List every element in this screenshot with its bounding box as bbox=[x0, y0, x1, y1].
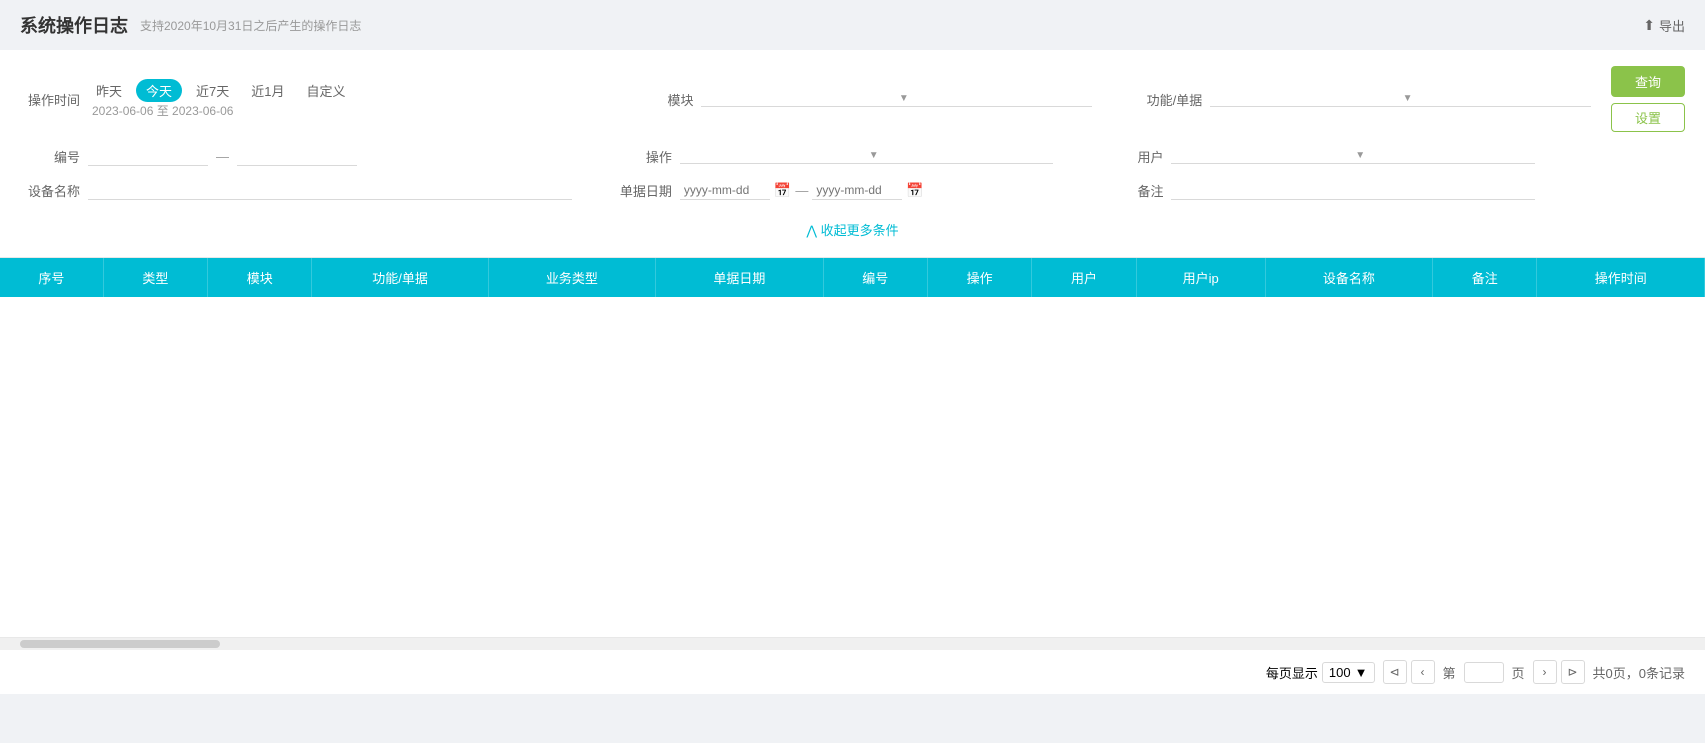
function-chevron-icon: ▼ bbox=[1403, 93, 1587, 104]
col-user-ip: 用户ip bbox=[1136, 258, 1265, 297]
time-btn-custom[interactable]: 自定义 bbox=[299, 79, 354, 102]
collapse-bar[interactable]: ⋀ 收起更多条件 bbox=[20, 214, 1685, 249]
document-date-group: 单据日期 📅 — 📅 bbox=[612, 181, 1054, 200]
col-function: 功能/单据 bbox=[312, 258, 488, 297]
function-group: 功能/单据 ▼ bbox=[1132, 90, 1591, 109]
col-type: 类型 bbox=[103, 258, 207, 297]
col-operation: 操作 bbox=[927, 258, 1031, 297]
remark-label: 备注 bbox=[1093, 181, 1163, 200]
user-select[interactable]: ▼ bbox=[1171, 148, 1535, 164]
data-table: 序号 类型 模块 功能/单据 业务类型 单据日期 编号 操作 用户 用户ip 设… bbox=[0, 258, 1705, 297]
page-size-value: 100 bbox=[1329, 665, 1351, 680]
user-group: 用户 ▼ bbox=[1093, 147, 1535, 166]
header-left: 系统操作日志 支持2020年10月31日之后产生的操作日志 bbox=[20, 12, 361, 38]
number-label: 编号 bbox=[20, 147, 80, 166]
time-btn-today[interactable]: 今天 bbox=[136, 79, 182, 102]
device-group: 设备名称 bbox=[20, 180, 572, 200]
operation-time-group: 操作时间 昨天 今天 近7天 近1月 自定义 2023-06-06 至 2023… bbox=[20, 79, 593, 119]
col-doc-date: 单据日期 bbox=[656, 258, 823, 297]
operation-chevron-icon: ▼ bbox=[869, 150, 1050, 161]
function-label: 功能/单据 bbox=[1132, 90, 1202, 109]
document-date-range: 📅 — 📅 bbox=[680, 181, 924, 200]
number-range: — bbox=[88, 146, 572, 166]
horizontal-scrollbar[interactable] bbox=[0, 637, 1705, 649]
col-op-time: 操作时间 bbox=[1537, 258, 1705, 297]
prev-page-button[interactable]: ‹ bbox=[1411, 660, 1435, 684]
user-chevron-icon: ▼ bbox=[1355, 150, 1531, 161]
operation-time-label: 操作时间 bbox=[20, 90, 80, 109]
module-chevron-icon: ▼ bbox=[899, 93, 1088, 104]
time-buttons: 昨天 今天 近7天 近1月 自定义 bbox=[88, 79, 354, 102]
page-size-label: 每页显示 bbox=[1266, 663, 1318, 682]
page-size-chevron-icon: ▼ bbox=[1355, 665, 1368, 680]
col-number: 编号 bbox=[823, 258, 927, 297]
page-input[interactable]: 1 bbox=[1464, 662, 1504, 683]
operation-group: 操作 ▼ bbox=[612, 147, 1054, 166]
page-title: 系统操作日志 bbox=[20, 12, 128, 38]
scrollbar-thumb[interactable] bbox=[20, 640, 220, 648]
filter-row-2: 编号 — 操作 ▼ 用户 ▼ bbox=[20, 146, 1685, 166]
pagination-bar: 每页显示 100 ▼ ⊲ ‹ 第 1 页 › ⊳ 共0页，0条记录 bbox=[0, 649, 1705, 694]
export-label: 导出 bbox=[1659, 16, 1685, 35]
page-unit: 页 bbox=[1512, 663, 1525, 682]
date-range-display: 2023-06-06 至 2023-06-06 bbox=[92, 102, 354, 119]
time-btn-7days[interactable]: 近7天 bbox=[188, 79, 237, 102]
time-btn-yesterday[interactable]: 昨天 bbox=[88, 79, 130, 102]
module-select[interactable]: ▼ bbox=[701, 91, 1092, 107]
page-nav: ⊲ ‹ 第 1 页 › ⊳ bbox=[1383, 660, 1585, 684]
date-dash: — bbox=[795, 183, 808, 198]
operation-select[interactable]: ▼ bbox=[680, 148, 1054, 164]
page-label: 第 bbox=[1443, 663, 1456, 682]
collapse-icon: ⋀ bbox=[806, 223, 820, 238]
table-header-row: 序号 类型 模块 功能/单据 业务类型 单据日期 编号 操作 用户 用户ip 设… bbox=[0, 258, 1705, 297]
document-date-label: 单据日期 bbox=[612, 181, 672, 200]
calendar-icon-2[interactable]: 📅 bbox=[906, 182, 923, 199]
filter-row-1: 操作时间 昨天 今天 近7天 近1月 自定义 2023-06-06 至 2023… bbox=[20, 66, 1685, 132]
empty-area bbox=[0, 297, 1705, 637]
time-buttons-container: 昨天 今天 近7天 近1月 自定义 2023-06-06 至 2023-06-0… bbox=[88, 79, 354, 119]
col-module: 模块 bbox=[208, 258, 312, 297]
page-header: 系统操作日志 支持2020年10月31日之后产生的操作日志 ⬆ 导出 bbox=[0, 0, 1705, 50]
next-page-button[interactable]: › bbox=[1533, 660, 1557, 684]
module-group: 模块 ▼ bbox=[633, 90, 1092, 109]
col-remark: 备注 bbox=[1433, 258, 1537, 297]
doc-date-to[interactable] bbox=[812, 181, 902, 200]
page-subtitle: 支持2020年10月31日之后产生的操作日志 bbox=[140, 17, 361, 34]
settings-button[interactable]: 设置 bbox=[1611, 103, 1685, 132]
collapse-label: 收起更多条件 bbox=[821, 223, 899, 238]
table-container: 序号 类型 模块 功能/单据 业务类型 单据日期 编号 操作 用户 用户ip 设… bbox=[0, 258, 1705, 637]
export-icon: ⬆ bbox=[1643, 17, 1655, 34]
user-label: 用户 bbox=[1093, 147, 1163, 166]
page-size-select: 每页显示 100 ▼ bbox=[1266, 662, 1375, 683]
number-from-input[interactable] bbox=[88, 146, 208, 166]
table-header: 序号 类型 模块 功能/单据 业务类型 单据日期 编号 操作 用户 用户ip 设… bbox=[0, 258, 1705, 297]
col-biz-type: 业务类型 bbox=[488, 258, 655, 297]
export-button[interactable]: ⬆ 导出 bbox=[1643, 16, 1685, 35]
page-size-box[interactable]: 100 ▼ bbox=[1322, 662, 1375, 683]
device-label: 设备名称 bbox=[20, 181, 80, 200]
col-device: 设备名称 bbox=[1265, 258, 1432, 297]
device-input[interactable] bbox=[88, 180, 572, 200]
number-group: 编号 — bbox=[20, 146, 572, 166]
number-sep: — bbox=[216, 149, 229, 164]
col-seq: 序号 bbox=[0, 258, 103, 297]
total-text: 共0页，0条记录 bbox=[1593, 663, 1685, 682]
first-page-button[interactable]: ⊲ bbox=[1383, 660, 1407, 684]
remark-group: 备注 bbox=[1093, 180, 1535, 200]
remark-input[interactable] bbox=[1171, 180, 1535, 200]
calendar-icon-1[interactable]: 📅 bbox=[774, 182, 791, 199]
operation-label: 操作 bbox=[612, 147, 672, 166]
filter-panel: 操作时间 昨天 今天 近7天 近1月 自定义 2023-06-06 至 2023… bbox=[0, 50, 1705, 258]
last-page-button[interactable]: ⊳ bbox=[1561, 660, 1585, 684]
action-buttons: 查询 设置 bbox=[1611, 66, 1685, 132]
time-btn-1month[interactable]: 近1月 bbox=[243, 79, 292, 102]
col-user: 用户 bbox=[1032, 258, 1136, 297]
query-button[interactable]: 查询 bbox=[1611, 66, 1685, 97]
module-label: 模块 bbox=[633, 90, 693, 109]
function-select[interactable]: ▼ bbox=[1210, 91, 1591, 107]
number-to-input[interactable] bbox=[237, 146, 357, 166]
filter-row-3: 设备名称 单据日期 📅 — 📅 备注 bbox=[20, 180, 1685, 200]
doc-date-from[interactable] bbox=[680, 181, 770, 200]
